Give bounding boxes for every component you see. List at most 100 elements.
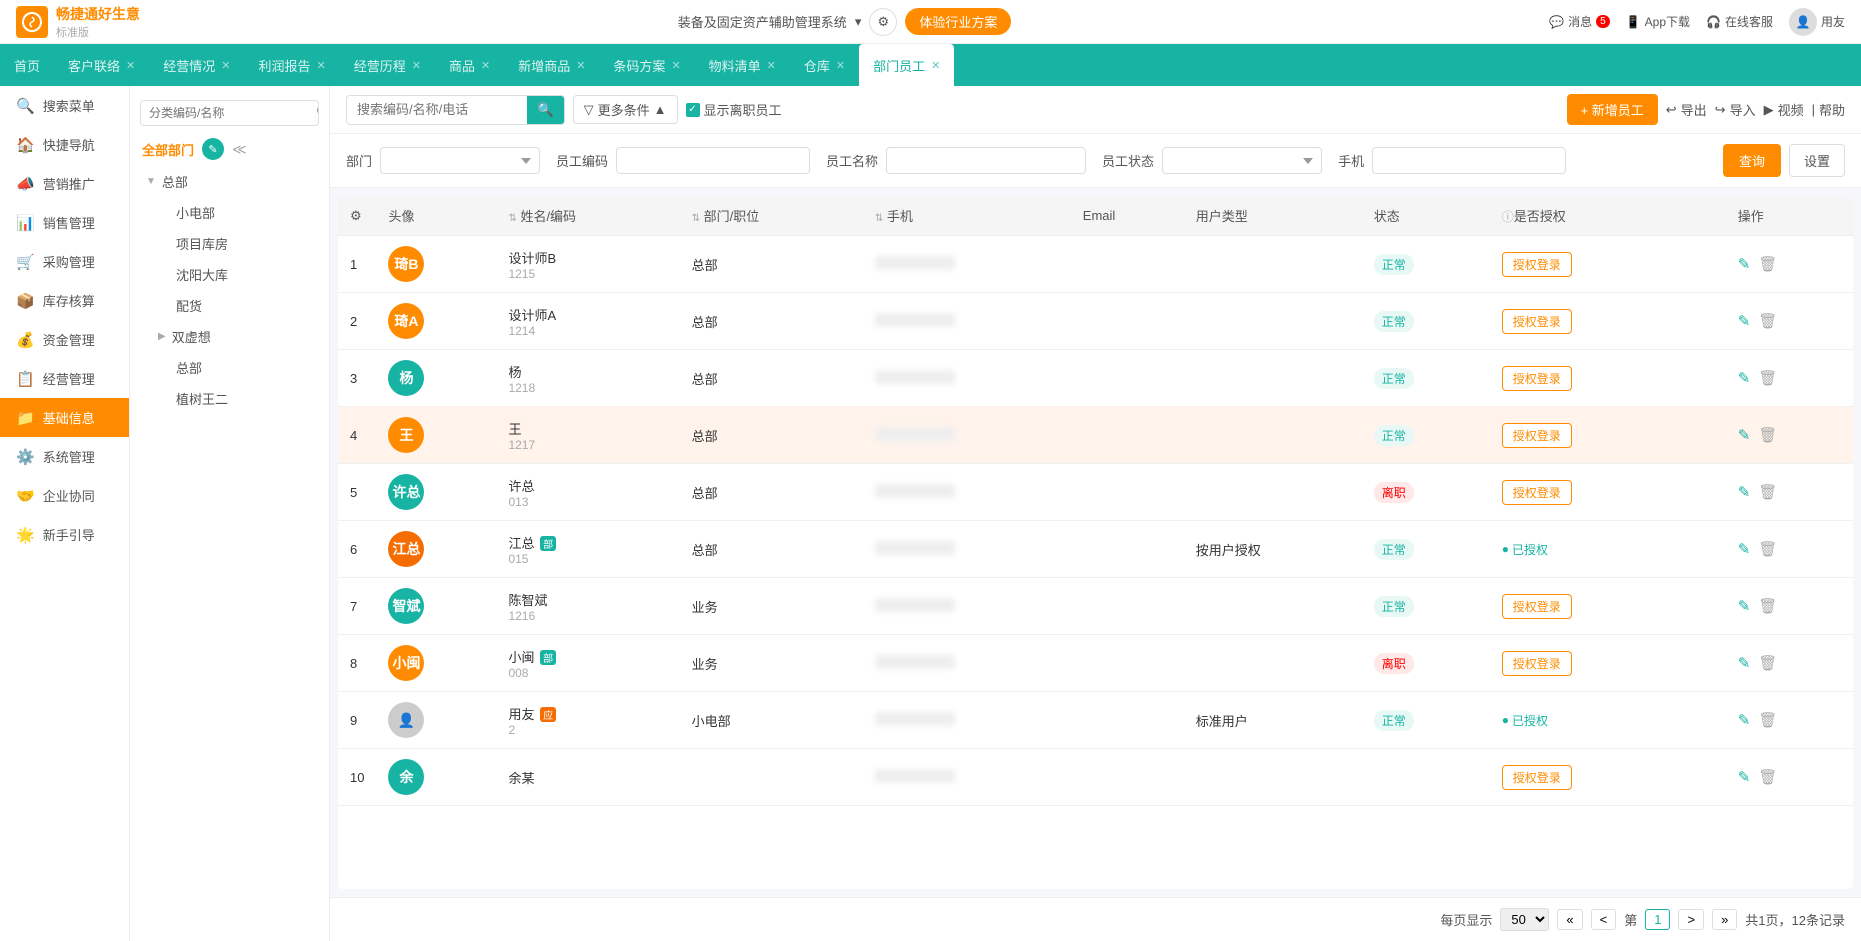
message-button[interactable]: 💬 消息 5: [1549, 13, 1610, 30]
prev-page-button[interactable]: <: [1591, 909, 1617, 930]
sidebar-label: 经营管理: [43, 369, 95, 388]
search-input[interactable]: [347, 97, 527, 122]
auth-button[interactable]: 授权登录: [1502, 651, 1572, 676]
auth-button[interactable]: 授权登录: [1502, 366, 1572, 391]
more-conditions-button[interactable]: ▽ 更多条件 ▲: [573, 95, 678, 124]
emp-status-select[interactable]: [1162, 147, 1322, 174]
nav-tab-新增商品[interactable]: 新增商品 ✕: [504, 44, 599, 86]
add-employee-button[interactable]: + 新增员工: [1567, 94, 1658, 125]
edit-button[interactable]: ✎: [1738, 426, 1751, 444]
content-area: 🔍 全部部门 ✎ ≪ ▼总部小电部项目库房沈阳大库配货▶双虚想总部植树王二 🔍 …: [130, 86, 1861, 941]
sidebar-item-新手引导[interactable]: 🌟新手引导: [0, 515, 129, 554]
sidebar-item-资金管理[interactable]: 💰资金管理: [0, 320, 129, 359]
sidebar-item-基础信息[interactable]: 📁基础信息: [0, 398, 129, 437]
search-button[interactable]: 🔍: [527, 96, 564, 124]
dept-node-植树王二[interactable]: 植树王二: [130, 383, 329, 414]
dept-node-小电部[interactable]: 小电部: [130, 197, 329, 228]
emp-code-input[interactable]: [616, 147, 810, 174]
auth-button[interactable]: 授权登录: [1502, 594, 1572, 619]
sidebar-item-营销推广[interactable]: 📣营销推广: [0, 164, 129, 203]
dept-node-项目库房[interactable]: 项目库房: [130, 228, 329, 259]
row-actions: ✎ 🗑: [1726, 350, 1853, 407]
dept-node-沈阳大库[interactable]: 沈阳大库: [130, 259, 329, 290]
settings-button[interactable]: ⚙: [869, 8, 897, 36]
delete-button[interactable]: 🗑: [1758, 369, 1777, 387]
edit-button[interactable]: ✎: [1738, 768, 1751, 786]
sidebar-item-快捷导航[interactable]: 🏠快捷导航: [0, 125, 129, 164]
sidebar-item-采购管理[interactable]: 🛒采购管理: [0, 242, 129, 281]
nav-tab-利润报告[interactable]: 利润报告 ✕: [244, 44, 339, 86]
emp-name-input[interactable]: [886, 147, 1086, 174]
delete-button[interactable]: 🗑: [1758, 255, 1777, 273]
col-settings[interactable]: ⚙: [338, 196, 376, 236]
sidebar-item-库存核算[interactable]: 📦库存核算: [0, 281, 129, 320]
export-button[interactable]: ↩ 导出: [1666, 100, 1707, 119]
row-auth: ●已授权: [1490, 521, 1678, 578]
filter-search-button[interactable]: 查询: [1723, 144, 1781, 177]
show-resigned-toggle[interactable]: ✓ 显示离职员工: [686, 100, 782, 119]
dept-node-双虚想[interactable]: ▶双虚想: [130, 321, 329, 352]
nav-tab-经营情况[interactable]: 经营情况 ✕: [149, 44, 244, 86]
nav-tab-首页[interactable]: 首页: [0, 44, 54, 86]
sidebar-item-系统管理[interactable]: ⚙️系统管理: [0, 437, 129, 476]
edit-button[interactable]: ✎: [1738, 255, 1751, 273]
nav-tab-物料清单[interactable]: 物料清单 ✕: [695, 44, 790, 86]
online-service-button[interactable]: 🎧 在线客服: [1706, 13, 1773, 30]
auth-button[interactable]: 授权登录: [1502, 309, 1572, 334]
app-download-button[interactable]: 📱 App下载: [1626, 13, 1690, 30]
edit-button[interactable]: ✎: [1738, 540, 1751, 558]
edit-button[interactable]: ✎: [1738, 312, 1751, 330]
sidebar-item-搜索菜单[interactable]: 🔍搜索菜单: [0, 86, 129, 125]
dept-badge: 部: [540, 536, 556, 551]
video-button[interactable]: ▶ 视频: [1764, 100, 1804, 119]
edit-button[interactable]: ✎: [1738, 597, 1751, 615]
sidebar-item-经营管理[interactable]: 📋经营管理: [0, 359, 129, 398]
import-button[interactable]: ↪ 导入: [1715, 100, 1756, 119]
phone-input[interactable]: [1372, 147, 1566, 174]
last-page-button[interactable]: »: [1712, 909, 1737, 930]
delete-button[interactable]: 🗑: [1758, 483, 1777, 501]
auth-button[interactable]: 授权登录: [1502, 480, 1572, 505]
nav-tab-仓库[interactable]: 仓库 ✕: [790, 44, 859, 86]
delete-button[interactable]: 🗑: [1758, 312, 1777, 330]
delete-button[interactable]: 🗑: [1758, 426, 1777, 444]
row-phone: [863, 236, 1071, 293]
dept-node-总部[interactable]: 总部: [130, 352, 329, 383]
row-avatar: 余: [376, 749, 496, 806]
delete-button[interactable]: 🗑: [1758, 768, 1777, 786]
row-status: 正常: [1362, 350, 1490, 407]
nav-tab-客户联络[interactable]: 客户联络 ✕: [54, 44, 149, 86]
delete-button[interactable]: 🗑: [1758, 711, 1777, 729]
auth-button[interactable]: 授权登录: [1502, 765, 1572, 790]
nav-tab-条码方案[interactable]: 条码方案 ✕: [599, 44, 694, 86]
edit-button[interactable]: ✎: [1738, 369, 1751, 387]
dept-node-配货[interactable]: 配货: [130, 290, 329, 321]
filter-reset-button[interactable]: 设置: [1789, 144, 1845, 177]
next-page-button[interactable]: >: [1678, 909, 1704, 930]
nav-tab-商品[interactable]: 商品 ✕: [435, 44, 504, 86]
more-button[interactable]: | 帮助: [1812, 100, 1845, 119]
per-page-select[interactable]: 50: [1500, 908, 1549, 931]
nav-tab-经营历程[interactable]: 经营历程 ✕: [340, 44, 435, 86]
edit-button[interactable]: ✎: [1738, 654, 1751, 672]
edit-button[interactable]: ✎: [1738, 711, 1751, 729]
dept-node-总部[interactable]: ▼总部: [130, 166, 329, 197]
nav-tab-部门员工[interactable]: 部门员工 ✕: [859, 44, 954, 86]
user-menu[interactable]: 👤 用友: [1789, 8, 1845, 36]
dept-edit-button[interactable]: ✎: [202, 138, 224, 160]
auth-button[interactable]: 授权登录: [1502, 423, 1572, 448]
delete-button[interactable]: 🗑: [1758, 654, 1777, 672]
dept-select[interactable]: [380, 147, 540, 174]
dept-search-input[interactable]: [141, 102, 312, 124]
edit-button[interactable]: ✎: [1738, 483, 1751, 501]
avatar: 许总: [388, 474, 424, 510]
first-page-button[interactable]: «: [1557, 909, 1582, 930]
auth-button[interactable]: 授权登录: [1502, 252, 1572, 277]
delete-button[interactable]: 🗑: [1758, 597, 1777, 615]
table-header-row: ⚙ 头像 ⇅ 姓名/编码 ⇅ 部门/职位 ⇅ 手机 Email 用户类型 状态 …: [338, 196, 1853, 236]
delete-button[interactable]: 🗑: [1758, 540, 1777, 558]
sidebar-item-企业协同[interactable]: 🤝企业协同: [0, 476, 129, 515]
dept-collapse-button[interactable]: ≪: [232, 141, 247, 158]
sidebar-item-销售管理[interactable]: 📊销售管理: [0, 203, 129, 242]
trial-button[interactable]: 体验行业方案: [905, 8, 1011, 35]
